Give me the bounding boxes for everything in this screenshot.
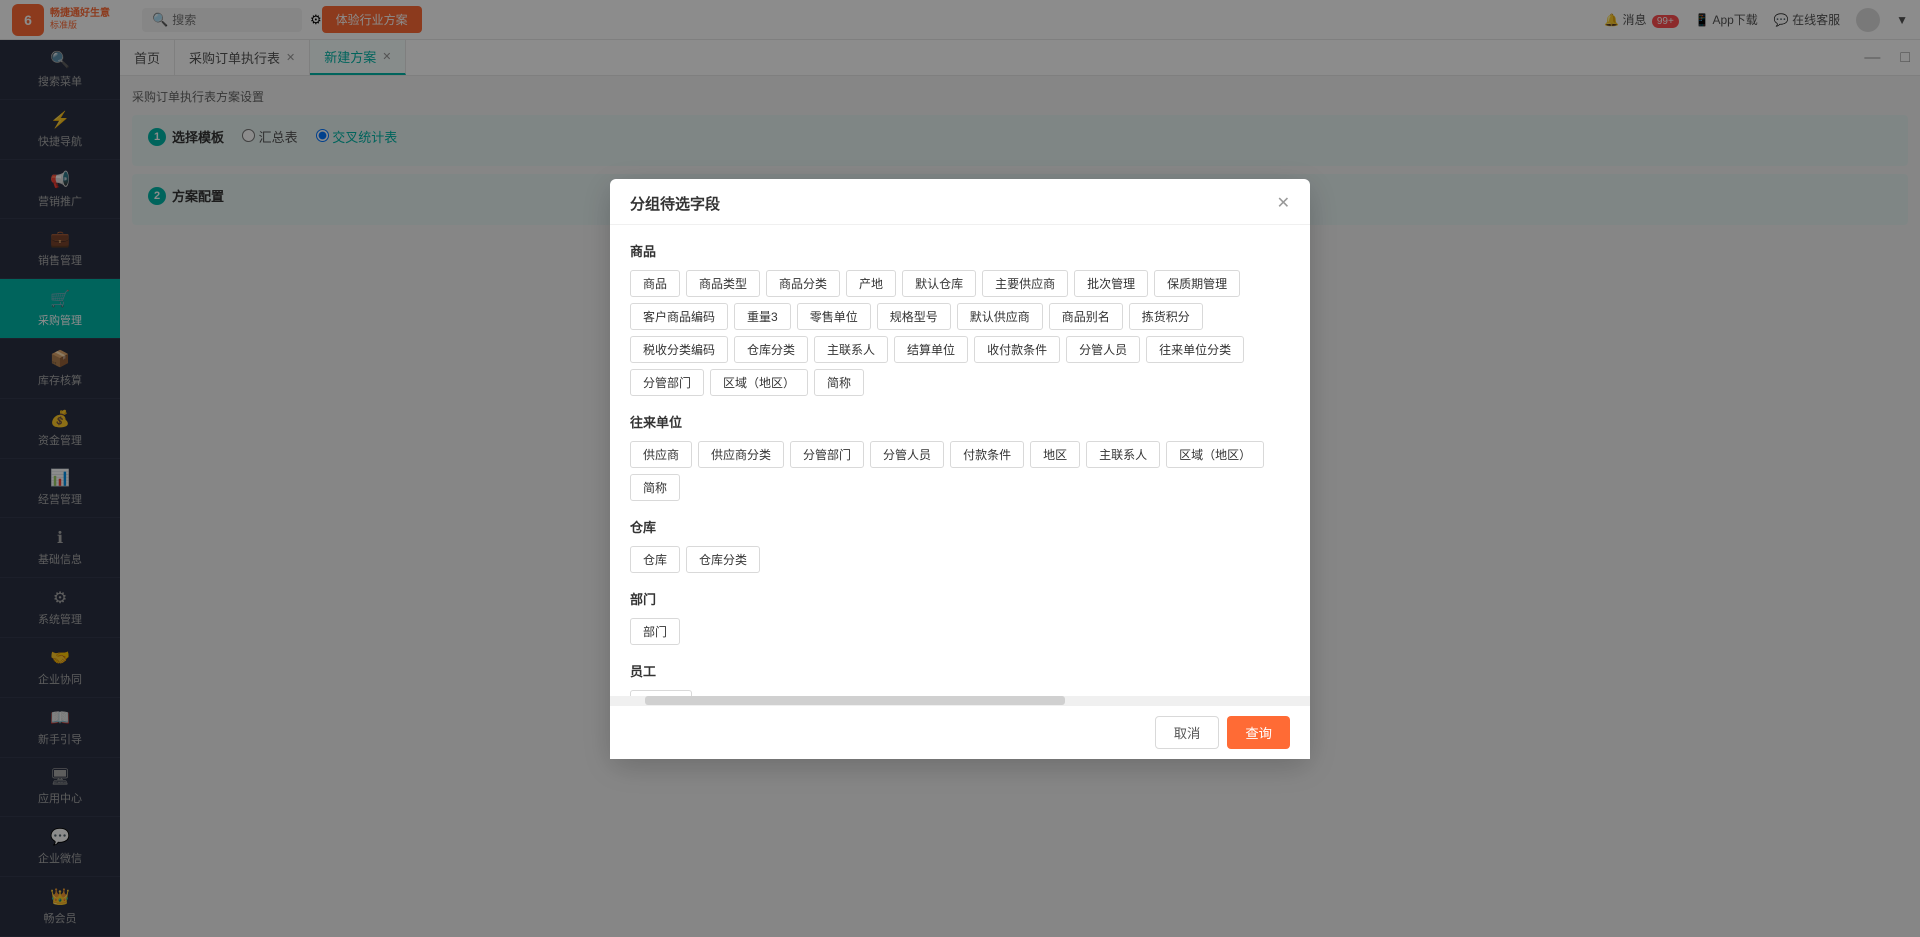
field-tag[interactable]: 主联系人: [1086, 441, 1160, 468]
field-tag[interactable]: 付款条件: [950, 441, 1024, 468]
field-tag[interactable]: 商品分类: [766, 270, 840, 297]
cancel-button[interactable]: 取消: [1155, 716, 1220, 749]
section-partner-tags: 供应商 供应商分类 分管部门 分管人员 付款条件 地区 主联系人 区域（地区） …: [630, 441, 1290, 501]
field-tag[interactable]: 简称: [630, 474, 680, 501]
field-tag[interactable]: 分管部门: [630, 369, 704, 396]
field-tag[interactable]: 简称: [814, 369, 864, 396]
section-warehouse: 仓库 仓库 仓库分类: [630, 517, 1290, 573]
field-tag[interactable]: 仓库分类: [734, 336, 808, 363]
field-tag[interactable]: 收付款条件: [974, 336, 1060, 363]
field-tag[interactable]: 规格型号: [877, 303, 951, 330]
field-tag[interactable]: 产地: [846, 270, 896, 297]
field-tag[interactable]: 商品: [630, 270, 680, 297]
field-tag[interactable]: 重量3: [734, 303, 791, 330]
section-employee-title: 员工: [630, 661, 1290, 680]
field-tag[interactable]: 保质期管理: [1154, 270, 1240, 297]
field-tag[interactable]: 商品别名: [1049, 303, 1123, 330]
section-partner: 往来单位 供应商 供应商分类 分管部门 分管人员 付款条件 地区 主联系人 区域…: [630, 412, 1290, 501]
field-tag[interactable]: 批次管理: [1074, 270, 1148, 297]
modal-hscrollbar[interactable]: [610, 696, 1310, 705]
section-warehouse-tags: 仓库 仓库分类: [630, 546, 1290, 573]
field-select-modal: 分组待选字段 ✕ 商品 商品 商品类型 商品分类 产地 默认仓库 主要供应商 批…: [610, 179, 1310, 759]
field-tag[interactable]: 区域（地区）: [1166, 441, 1264, 468]
field-tag[interactable]: 分管人员: [1066, 336, 1140, 363]
field-tag[interactable]: 结算单位: [894, 336, 968, 363]
section-employee: 员工 业务员: [630, 661, 1290, 696]
modal-body: 商品 商品 商品类型 商品分类 产地 默认仓库 主要供应商 批次管理 保质期管理…: [610, 225, 1310, 696]
field-tag[interactable]: 往来单位分类: [1146, 336, 1244, 363]
field-tag[interactable]: 客户商品编码: [630, 303, 728, 330]
field-tag[interactable]: 区域（地区）: [710, 369, 808, 396]
field-tag[interactable]: 部门: [630, 618, 680, 645]
field-tag[interactable]: 地区: [1030, 441, 1080, 468]
field-tag[interactable]: 供应商: [630, 441, 692, 468]
field-tag[interactable]: 默认仓库: [902, 270, 976, 297]
modal-overlay: 分组待选字段 ✕ 商品 商品 商品类型 商品分类 产地 默认仓库 主要供应商 批…: [0, 0, 1920, 937]
field-tag[interactable]: 拣货积分: [1129, 303, 1203, 330]
field-tag[interactable]: 仓库分类: [686, 546, 760, 573]
field-tag[interactable]: 分管人员: [870, 441, 944, 468]
section-partner-title: 往来单位: [630, 412, 1290, 431]
field-tag[interactable]: 默认供应商: [957, 303, 1043, 330]
field-tag[interactable]: 零售单位: [797, 303, 871, 330]
section-goods: 商品 商品 商品类型 商品分类 产地 默认仓库 主要供应商 批次管理 保质期管理…: [630, 241, 1290, 396]
field-tag[interactable]: 主要供应商: [982, 270, 1068, 297]
field-tag[interactable]: 仓库: [630, 546, 680, 573]
section-goods-tags: 商品 商品类型 商品分类 产地 默认仓库 主要供应商 批次管理 保质期管理 客户…: [630, 270, 1290, 396]
modal-footer: 取消 查询: [610, 705, 1310, 759]
section-department-tags: 部门: [630, 618, 1290, 645]
section-department-title: 部门: [630, 589, 1290, 608]
field-tag[interactable]: 供应商分类: [698, 441, 784, 468]
section-warehouse-title: 仓库: [630, 517, 1290, 536]
section-department: 部门 部门: [630, 589, 1290, 645]
modal-header: 分组待选字段 ✕: [610, 179, 1310, 225]
modal-close-button[interactable]: ✕: [1277, 193, 1290, 213]
field-tag[interactable]: 分管部门: [790, 441, 864, 468]
field-tag[interactable]: 主联系人: [814, 336, 888, 363]
section-goods-title: 商品: [630, 241, 1290, 260]
field-tag[interactable]: 税收分类编码: [630, 336, 728, 363]
modal-title: 分组待选字段: [630, 193, 720, 214]
field-tag[interactable]: 商品类型: [686, 270, 760, 297]
confirm-button[interactable]: 查询: [1227, 716, 1290, 749]
